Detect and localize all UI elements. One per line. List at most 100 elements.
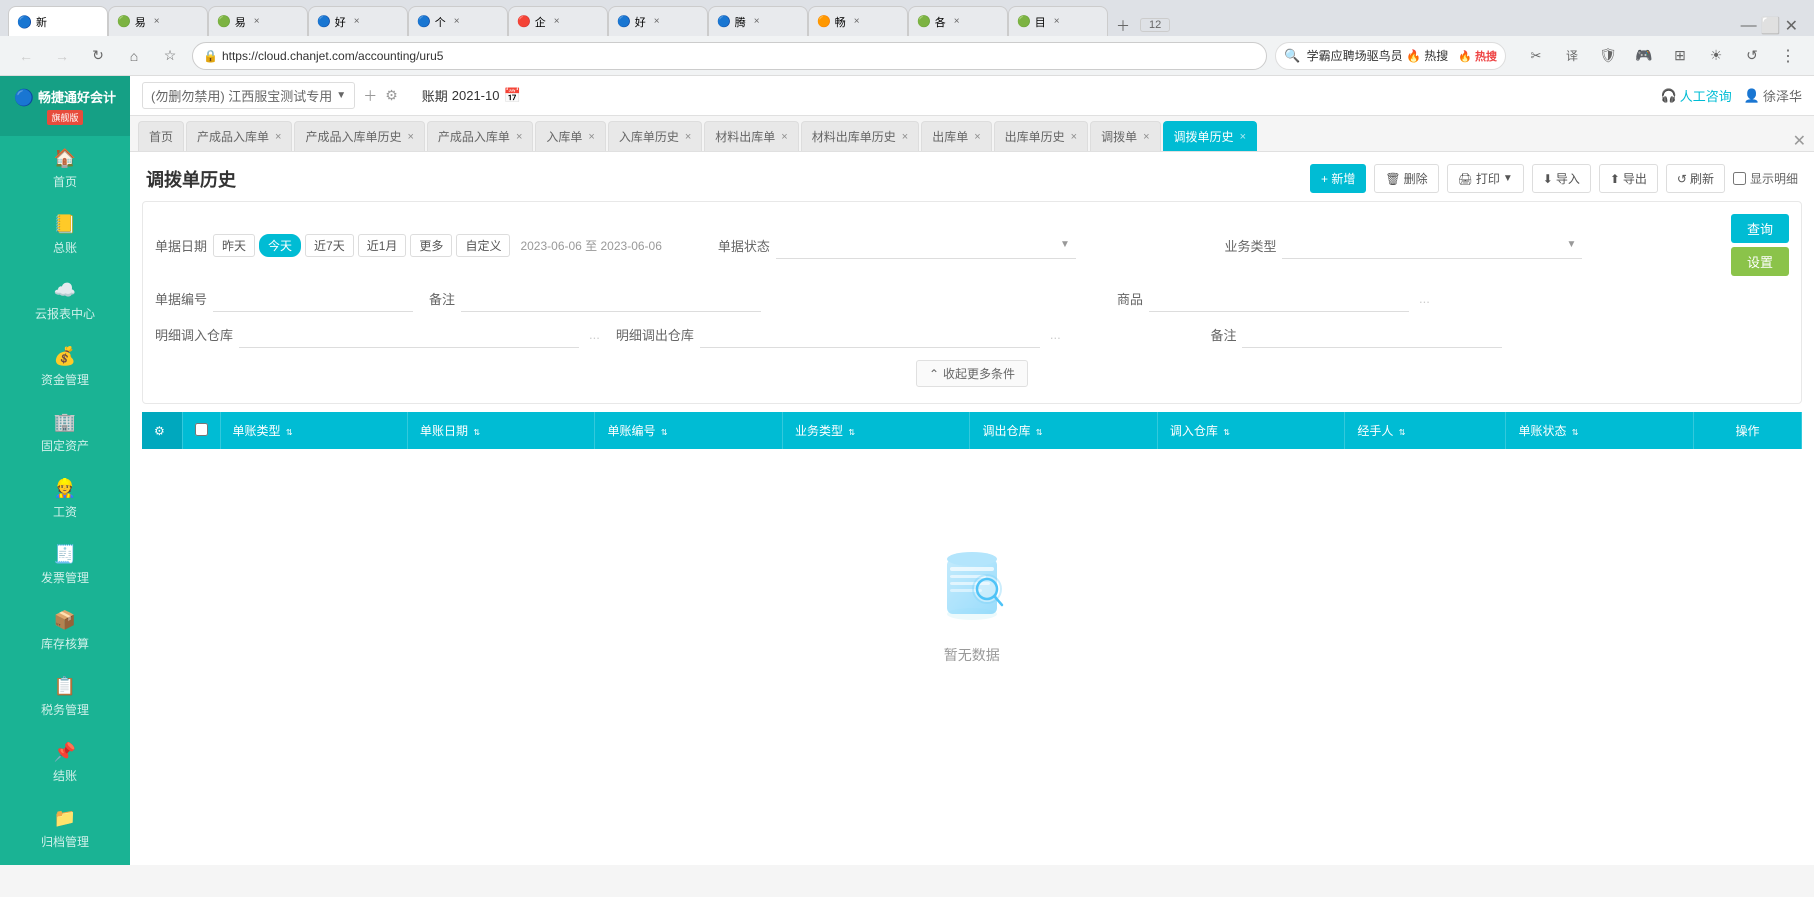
company-selector[interactable]: (勿删勿禁用) 江西服宝测试专用 ▼ <box>142 82 355 109</box>
close-tab-product-inbound-hist[interactable]: × <box>407 131 413 143</box>
browser-tab-9[interactable]: 🟠 畅 × <box>808 6 908 36</box>
close-tab-11[interactable]: × <box>1050 15 1064 29</box>
tab-product-inbound-hist[interactable]: 产成品入库单历史 × <box>294 121 424 151</box>
th-biz-type[interactable]: 业务类型 ⇅ <box>782 412 969 449</box>
back-button[interactable]: ← <box>12 42 40 70</box>
new-tab-button[interactable]: ＋ <box>1108 16 1138 36</box>
translate-button[interactable]: 译 <box>1558 42 1586 70</box>
sidebar-item-settings[interactable]: ⚙️ 基础设置 <box>0 862 130 865</box>
close-tab-inbound-hist[interactable]: × <box>685 131 691 143</box>
browser-tab-2[interactable]: 🟢 易 × <box>108 6 208 36</box>
browser-tab-4[interactable]: 🔵 好 × <box>308 6 408 36</box>
close-tab-8[interactable]: × <box>750 15 764 29</box>
browser-tab-10[interactable]: 🟢 各 × <box>908 6 1008 36</box>
tab-counter[interactable]: 12 <box>1140 18 1170 32</box>
maximize-button[interactable]: ⬜ <box>1761 16 1781 36</box>
close-tab-inbound[interactable]: × <box>588 131 594 143</box>
scissors-button[interactable]: ✂ <box>1522 42 1550 70</box>
tab-home[interactable]: 首页 <box>138 121 184 151</box>
sidebar-item-reports[interactable]: ☁️ 云报表中心 <box>0 268 130 334</box>
sidebar-item-close[interactable]: 📌 结账 <box>0 730 130 796</box>
sidebar-item-archive[interactable]: 📁 归档管理 <box>0 796 130 862</box>
doc-num-input[interactable] <box>213 284 413 312</box>
consult-button[interactable]: 🎧 人工咨询 <box>1661 86 1732 105</box>
grid-button[interactable]: ⊞ <box>1666 42 1694 70</box>
sidebar-item-home[interactable]: 🏠 首页 <box>0 136 130 202</box>
close-tab-6[interactable]: × <box>550 15 564 29</box>
search-bar[interactable]: 🔍 学霸应聘场驱鸟员 🔥 热搜 🔥 热搜 <box>1275 42 1506 70</box>
close-tab-material-out[interactable]: × <box>781 131 787 143</box>
user-button[interactable]: 👤 徐泽华 <box>1744 86 1802 105</box>
tab-outbound[interactable]: 出库单 × <box>921 121 991 151</box>
th-in-warehouse[interactable]: 调入仓库 ⇅ <box>1157 412 1344 449</box>
new-button[interactable]: + 新增 <box>1310 164 1366 193</box>
close-tab-5[interactable]: × <box>450 15 464 29</box>
brightness-button[interactable]: ☀ <box>1702 42 1730 70</box>
close-tab-outbound[interactable]: × <box>974 131 980 143</box>
th-handler[interactable]: 经手人 ⇅ <box>1345 412 1506 449</box>
7days-btn[interactable]: 近7天 <box>305 234 354 257</box>
today-btn[interactable]: 今天 <box>259 234 301 257</box>
more-btn[interactable]: 更多 <box>410 234 452 257</box>
tab-inbound-hist[interactable]: 入库单历史 × <box>608 121 702 151</box>
tab-transfer-hist[interactable]: 调拨单历史 × <box>1163 121 1257 151</box>
address-bar[interactable]: 🔒 https://cloud.chanjet.com/accounting/u… <box>192 42 1267 70</box>
close-all-tabs-button[interactable]: ✕ <box>1785 131 1814 151</box>
th-gear[interactable]: ⚙ <box>142 412 182 449</box>
sidebar-item-inventory[interactable]: 📦 库存核算 <box>0 598 130 664</box>
browser-tab-6[interactable]: 🔴 企 × <box>508 6 608 36</box>
query-button[interactable]: 查询 <box>1731 214 1789 243</box>
filter-settings-button[interactable]: 设置 <box>1731 247 1789 276</box>
remark-input[interactable] <box>461 284 761 312</box>
forward-button[interactable]: → <box>48 42 76 70</box>
reload-button[interactable]: ↻ <box>84 42 112 70</box>
display-detail-input[interactable] <box>1733 172 1746 185</box>
close-tab-10[interactable]: × <box>950 15 964 29</box>
settings-gear-icon[interactable]: ⚙ <box>385 87 398 104</box>
th-out-warehouse[interactable]: 调出仓库 ⇅ <box>970 412 1157 449</box>
detail-in-input[interactable] <box>239 320 579 348</box>
close-tab-product-inbound[interactable]: × <box>275 131 281 143</box>
goods-more-icon[interactable]: ... <box>1419 291 1430 306</box>
sidebar-item-invoice[interactable]: 🧾 发票管理 <box>0 532 130 598</box>
detail-out-input[interactable] <box>700 320 1040 348</box>
close-tab-material-out-hist[interactable]: × <box>902 131 908 143</box>
close-tab-4[interactable]: × <box>350 15 364 29</box>
tab-material-out[interactable]: 材料出库单 × <box>704 121 798 151</box>
close-tab-2[interactable]: × <box>150 15 164 29</box>
tab-product-inbound2[interactable]: 产成品入库单 × <box>427 121 533 151</box>
add-company-button[interactable]: ＋ <box>363 86 377 106</box>
refresh-button[interactable]: ↺ 刷新 <box>1666 164 1725 193</box>
custom-btn[interactable]: 自定义 <box>456 234 510 257</box>
tab-transfer[interactable]: 调拨单 × <box>1090 121 1160 151</box>
sidebar-item-ledger[interactable]: 📒 总账 <box>0 202 130 268</box>
tab-outbound-hist[interactable]: 出库单历史 × <box>994 121 1088 151</box>
close-tab-9[interactable]: × <box>850 15 864 29</box>
tab-product-inbound[interactable]: 产成品入库单 × <box>186 121 292 151</box>
close-tab-outbound-hist[interactable]: × <box>1071 131 1077 143</box>
th-doc-date[interactable]: 单账日期 ⇅ <box>407 412 594 449</box>
1month-btn[interactable]: 近1月 <box>358 234 407 257</box>
detail-out-more-icon[interactable]: ... <box>1050 327 1061 342</box>
browser-tab-8[interactable]: 🔵 腾 × <box>708 6 808 36</box>
close-tab-7[interactable]: × <box>650 15 664 29</box>
collapse-button[interactable]: ⌃ 收起更多条件 <box>916 360 1028 387</box>
close-window-button[interactable]: ✕ <box>1785 16 1798 36</box>
export-button[interactable]: ⬆ 导出 <box>1599 164 1658 193</box>
browser-tab-5[interactable]: 🔵 个 × <box>408 6 508 36</box>
tab-inbound[interactable]: 入库单 × <box>535 121 605 151</box>
yesterday-btn[interactable]: 昨天 <box>213 234 255 257</box>
delete-button[interactable]: 🗑 删除 <box>1374 164 1438 193</box>
sidebar-item-assets[interactable]: 🏢 固定资产 <box>0 400 130 466</box>
print-button[interactable]: 🖨 打印 ▼ <box>1447 164 1524 193</box>
th-doc-status[interactable]: 单账状态 ⇅ <box>1506 412 1693 449</box>
column-settings-icon[interactable]: ⚙ <box>154 424 165 438</box>
history-button[interactable]: ↺ <box>1738 42 1766 70</box>
browser-tab-11[interactable]: 🟢 目 × <box>1008 6 1108 36</box>
minimize-button[interactable]: — <box>1741 17 1757 35</box>
th-doc-num[interactable]: 单账编号 ⇅ <box>595 412 782 449</box>
browser-tab-3[interactable]: 🟢 易 × <box>208 6 308 36</box>
close-tab-3[interactable]: × <box>250 15 264 29</box>
browser-tab-7[interactable]: 🔵 好 × <box>608 6 708 36</box>
goods-input[interactable] <box>1149 284 1409 312</box>
